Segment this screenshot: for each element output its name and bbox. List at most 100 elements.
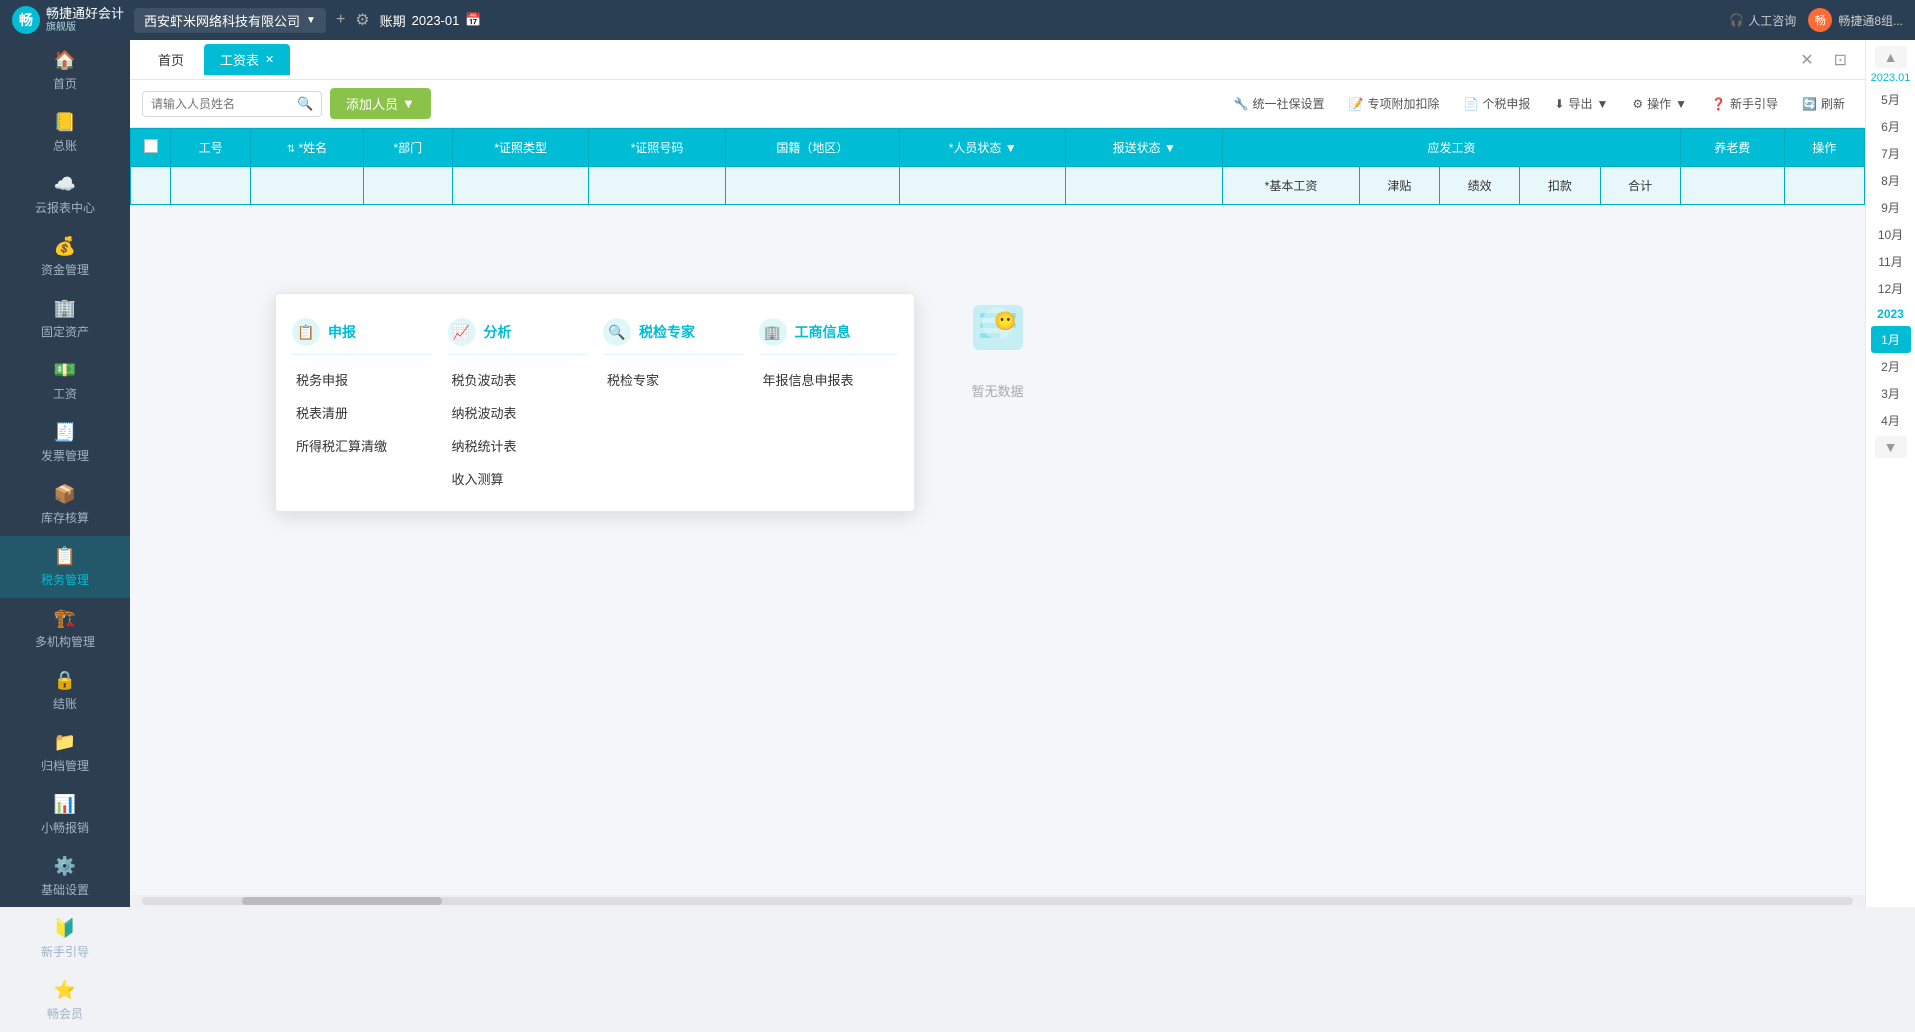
date-month-4[interactable]: 4月 [1871,407,1911,434]
sidebar-label-close-account: 结账 [53,695,77,712]
sidebar-item-ledger[interactable]: 📒 总账 [0,102,130,164]
table-header-name[interactable]: ⇅ *姓名 [251,129,363,167]
menu-item-income-estimate[interactable]: 收入测算 [448,462,588,495]
date-month-12[interactable]: 12月 [1871,275,1911,302]
guide-btn[interactable]: ❓ 新手引导 [1703,91,1786,116]
sub-header-performance: 绩效 [1439,167,1519,205]
sidebar-item-settings[interactable]: ⚙️ 基础设置 [0,846,130,908]
date-month-2[interactable]: 2月 [1871,353,1911,380]
settings-icon[interactable]: ⚙ [355,10,369,30]
window-restore-icon[interactable]: ⊡ [1828,48,1853,72]
date-month-8[interactable]: 8月 [1871,167,1911,194]
menu-section-header-tax-expert: 🔍 税检专家 [603,310,743,355]
date-year-2023[interactable]: 2023 [1871,302,1911,326]
scroll-thumb[interactable] [242,897,442,905]
business-section-icon: 🏢 [759,318,787,346]
date-month-6[interactable]: 6月 [1871,113,1911,140]
sidebar-item-fund[interactable]: 💰 资金管理 [0,226,130,288]
table-header-id-no: *证照号码 [589,129,725,167]
date-nav-year: 2023.01 [1871,70,1911,86]
special-deduction-btn[interactable]: 📝 专项附加扣除 [1340,91,1447,116]
company-selector[interactable]: 西安虾米网络科技有限公司 ▼ [134,8,326,33]
menu-item-income-tax[interactable]: 所得税汇算清缴 [292,429,432,462]
date-nav-down-icon[interactable]: ▼ [1875,436,1907,458]
menu-item-tax-payment[interactable]: 纳税波动表 [448,396,588,429]
date-month-5[interactable]: 5月 [1871,86,1911,113]
sidebar-label-cloud: 云报表中心 [35,199,95,216]
sub-header-blank-6 [589,167,725,205]
guide-btn-label: 新手引导 [1730,95,1778,112]
search-input[interactable] [151,97,291,111]
top-bar-left: 畅 畅捷通好会计 旗舰版 西安虾米网络科技有限公司 ▼ + ⚙ 账期 2023-… [12,6,482,34]
top-bar-right: 🎧 人工咨询 畅 畅捷通8组... [1729,8,1903,32]
window-close-icon[interactable]: ✕ [1794,48,1819,72]
tax-expert-title: 税检专家 [639,322,695,342]
tab-salary-label: 工资表 [220,50,259,69]
operation-btn[interactable]: ⚙ 操作 ▼ [1624,91,1695,116]
menu-item-tax-declaration[interactable]: 税务申报 [292,363,432,396]
menu-item-tax-statistics[interactable]: 纳税统计表 [448,429,588,462]
sidebar-label-invoice: 发票管理 [41,447,89,464]
chevron-down-add-icon: ▼ [402,96,415,111]
social-insurance-btn[interactable]: 🔧 统一社保设置 [1226,91,1333,116]
menu-item-annual-report[interactable]: 年报信息申报表 [759,363,899,396]
date-month-7[interactable]: 7月 [1871,140,1911,167]
header-checkbox[interactable] [144,139,158,153]
logo-icon: 畅 [12,6,40,34]
sidebar: 🏠 首页 📒 总账 ☁️ 云报表中心 💰 资金管理 🏢 固定资产 💵 工资 🧾 … [0,40,130,907]
sidebar-item-multi-org[interactable]: 🏗️ 多机构管理 [0,598,130,660]
menu-section-tax-expert: 🔍 税检专家 税检专家 [603,310,743,495]
sidebar-item-close-account[interactable]: 🔒 结账 [0,660,130,722]
table-header-expected-salary: 应发工资 [1223,129,1681,167]
tab-home[interactable]: 首页 [142,44,200,75]
sidebar-item-report[interactable]: 📊 小畅报销 [0,784,130,846]
table-header-employee-no: 工号 [171,129,251,167]
add-company-icon[interactable]: + [336,11,345,29]
sidebar-item-assets[interactable]: 🏢 固定资产 [0,288,130,350]
sidebar-item-home[interactable]: 🏠 首页 [0,40,130,102]
sidebar-item-archive[interactable]: 📁 归档管理 [0,722,130,784]
menu-item-tax-expert[interactable]: 税检专家 [603,363,743,396]
date-month-11[interactable]: 11月 [1871,248,1911,275]
calendar-icon[interactable]: 📅 [465,12,481,28]
date-month-3[interactable]: 3月 [1871,380,1911,407]
tab-salary[interactable]: 工资表 ✕ [204,44,290,75]
tab-close-icon[interactable]: ✕ [265,53,274,66]
sidebar-item-invoice[interactable]: 🧾 发票管理 [0,412,130,474]
bottom-scrollbar[interactable] [130,895,1865,907]
sidebar-label-settings: 基础设置 [41,881,89,898]
table-header-status[interactable]: *人员状态 ▼ [900,129,1066,167]
sidebar-label-guide: 新手引导 [41,943,89,960]
tax-return-label: 个税申报 [1482,95,1530,112]
service-button[interactable]: 🎧 人工咨询 [1729,12,1796,29]
invoice-icon: 🧾 [54,422,76,443]
refresh-btn[interactable]: 🔄 刷新 [1794,91,1853,116]
toolbar-right: 🔧 统一社保设置 📝 专项附加扣除 📄 个税申报 ⬇ 导出 ▼ ⚙ [1226,91,1853,116]
add-person-button[interactable]: 添加人员 ▼ [330,88,431,119]
logo-text: 畅捷通好会计 旗舰版 [46,6,124,34]
table-header-checkbox[interactable] [131,129,171,167]
menu-item-tax-fluctuation[interactable]: 税负波动表 [448,363,588,396]
sidebar-item-salary[interactable]: 💵 工资 [0,350,130,412]
sidebar-item-inventory[interactable]: 📦 库存核算 [0,474,130,536]
export-icon: ⬇ [1554,97,1564,111]
export-btn[interactable]: ⬇ 导出 ▼ [1546,91,1616,116]
guide-icon: 🔰 [54,918,76,939]
special-deduction-icon: 📝 [1348,97,1363,111]
table-header-report-status[interactable]: 报送状态 ▼ [1066,129,1223,167]
sidebar-label-member: 畅会员 [47,1005,83,1022]
date-month-10[interactable]: 10月 [1871,221,1911,248]
date-month-9[interactable]: 9月 [1871,194,1911,221]
report-icon: 📊 [54,794,76,815]
settings-nav-icon: ⚙️ [54,856,76,877]
sidebar-item-guide[interactable]: 🔰 新手引导 [0,908,130,970]
sidebar-item-cloud[interactable]: ☁️ 云报表中心 [0,164,130,226]
menu-item-tax-table[interactable]: 税表清册 [292,396,432,429]
sidebar-item-tax[interactable]: 📋 税务管理 [0,536,130,598]
declaration-title: 申报 [328,322,356,342]
tax-return-btn[interactable]: 📄 个税申报 [1455,91,1538,116]
date-nav-up-icon[interactable]: ▲ [1875,46,1907,68]
tax-icon: 📋 [54,546,76,567]
sidebar-item-member[interactable]: ⭐ 畅会员 [0,970,130,1032]
date-month-1[interactable]: 1月 [1871,326,1911,353]
